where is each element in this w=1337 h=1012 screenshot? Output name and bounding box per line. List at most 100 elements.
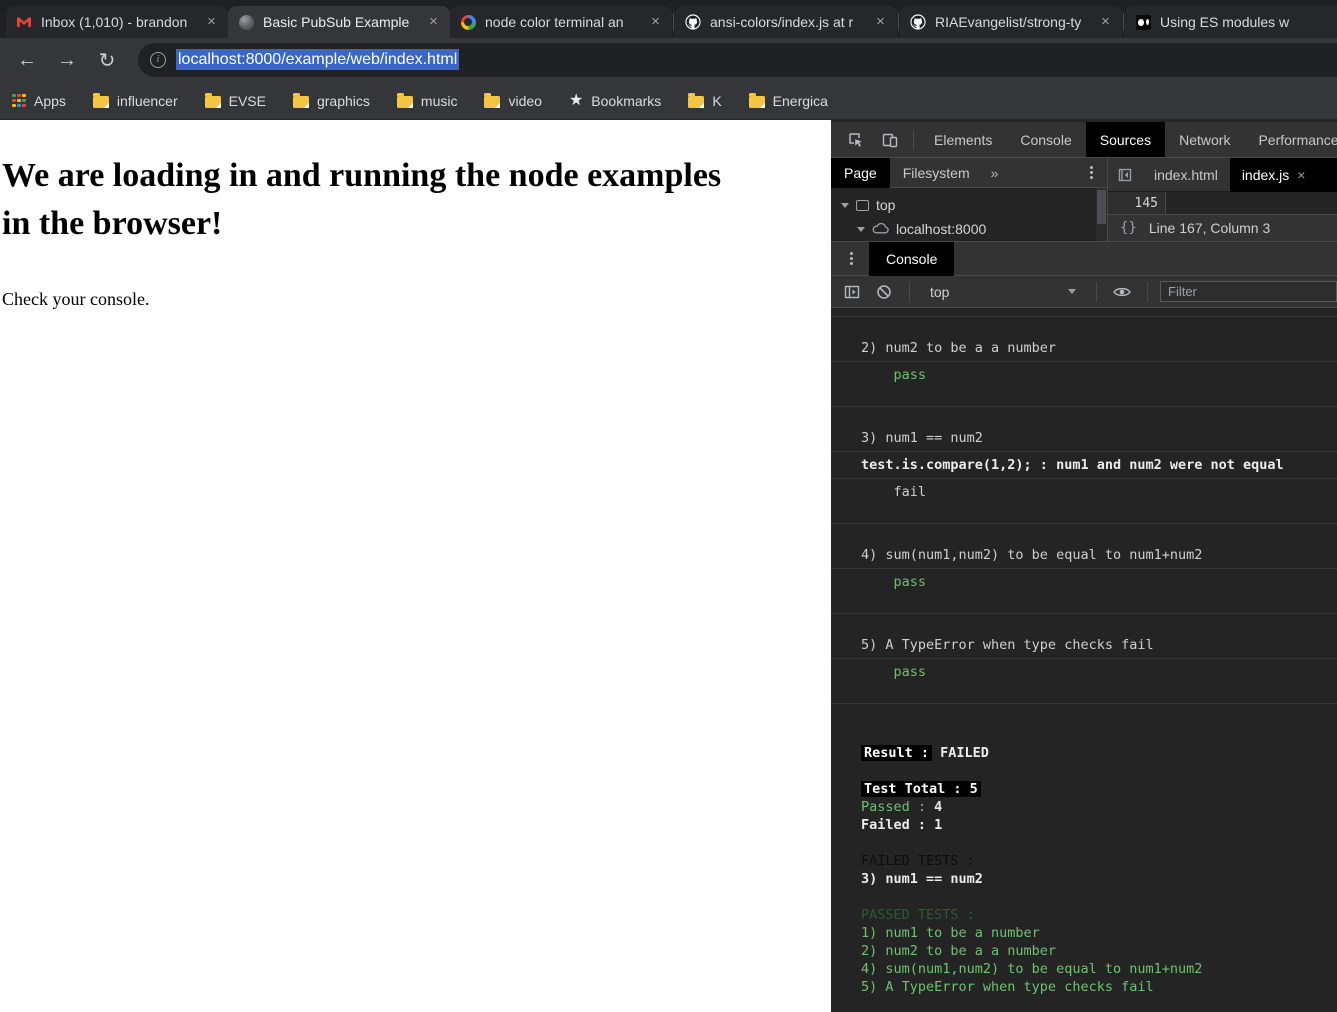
console-line: 2) num2 to be a a number [861, 942, 1337, 960]
console-line: pass [861, 573, 1337, 591]
drawer-tab-console[interactable]: Console [869, 241, 955, 276]
browser-tab[interactable]: node color terminal an × [450, 6, 672, 38]
inspect-element-icon[interactable] [839, 126, 873, 154]
console-message: 2) num2 to be a a number [831, 316, 1337, 361]
bookmark-item-bookmarks[interactable]: ★ Bookmarks [569, 92, 662, 109]
browser-tab[interactable]: ansi-colors/index.js at r × [675, 6, 897, 38]
scrollbar-thumb[interactable] [1097, 190, 1106, 224]
tab-close-icon[interactable]: × [203, 13, 220, 31]
github-favicon-icon [685, 14, 701, 30]
bookmark-item-music[interactable]: music [396, 92, 458, 109]
tab-close-icon[interactable]: × [647, 13, 664, 31]
address-bar[interactable]: i localhost:8000/example/web/index.html [138, 43, 1337, 77]
console-filter-input[interactable] [1160, 281, 1337, 302]
tree-item-localhost-8000[interactable]: localhost:8000 [831, 217, 1107, 241]
editor-code-line[interactable]: 145 [1108, 192, 1337, 214]
console-text-segment: 4) sum(num1,num2) to be equal to num1+nu… [861, 547, 1203, 563]
devtools-tab-network[interactable]: Network [1165, 122, 1244, 157]
frame-icon [856, 199, 869, 211]
bookmark-label: Bookmarks [591, 92, 662, 109]
chevron-down-icon [1068, 289, 1076, 294]
console-text-segment: fail [861, 484, 927, 500]
sidebar-tab-page[interactable]: Page [831, 157, 890, 188]
bookmark-item-apps[interactable]: Apps [12, 93, 66, 109]
console-text-segment: 5) A TypeError when type checks fail [861, 979, 1154, 995]
url-text[interactable]: localhost:8000/example/web/index.html [176, 49, 460, 70]
page-tree: top localhost:8000 [831, 188, 1107, 241]
drawer-menu-icon[interactable] [843, 251, 859, 267]
console-sidebar-toggle-icon[interactable] [839, 280, 865, 304]
console-text-segment: 1) num1 to be a number [861, 925, 1040, 941]
sidebar-scrollbar[interactable] [1096, 188, 1107, 241]
context-selector[interactable]: top [922, 284, 1084, 300]
tree-item-top[interactable]: top [831, 193, 1107, 217]
console-message: pass [831, 361, 1337, 406]
forward-button[interactable]: → [50, 43, 84, 77]
devtools-tabs-container: Elements Console Sources Network Performance [920, 122, 1337, 157]
console-text-segment: test.is.compare(1,2); : num1 and num2 we… [861, 457, 1284, 473]
reload-button[interactable]: ↻ [90, 43, 124, 77]
console-message: 4) sum(num1,num2) to be equal to num1+nu… [831, 523, 1337, 568]
browser-tab[interactable]: Basic PubSub Example × [228, 6, 450, 38]
console-line: Failed : 1 [861, 816, 1337, 834]
context-selected-value: top [930, 283, 950, 300]
page-info-icon[interactable]: i [150, 52, 166, 68]
sidebar-tab-filesystem[interactable]: Filesystem [890, 158, 983, 188]
editor-nav-back-icon[interactable] [1108, 167, 1142, 183]
devtools-tab-console[interactable]: Console [1006, 122, 1085, 157]
divider [1147, 281, 1148, 302]
bookmark-label: music [420, 92, 458, 109]
tab-close-icon[interactable]: × [1297, 158, 1305, 192]
bookmark-label: EVSE [228, 92, 266, 109]
devtools-tab-sources[interactable]: Sources [1085, 122, 1166, 157]
editor-tab-index-html[interactable]: index.html [1142, 158, 1230, 192]
console-line: pass [861, 663, 1337, 681]
medium-favicon-icon [1135, 14, 1151, 30]
expander-caret-icon[interactable] [857, 226, 865, 232]
github-favicon-icon [910, 14, 926, 30]
tab-close-icon[interactable]: × [872, 13, 889, 31]
devtools-tab-performance[interactable]: Performance [1244, 122, 1337, 157]
tab-close-icon[interactable]: × [425, 13, 442, 31]
browser-toolbar: ← → ↻ i localhost:8000/example/web/index… [0, 38, 1337, 82]
browser-tab[interactable]: RIAEvangelist/strong-ty × [900, 6, 1122, 38]
console-text-segment: pass [861, 664, 927, 680]
bookmark-item-evse[interactable]: EVSE [204, 92, 266, 109]
bookmark-item-video[interactable]: video [484, 92, 542, 109]
console-text-segment: PASSED TESTS : [861, 907, 975, 923]
console-text-segment: pass [861, 574, 927, 590]
expander-caret-icon[interactable] [841, 202, 849, 208]
bookmark-item-k[interactable]: K [688, 92, 722, 109]
bookmark-label: video [508, 92, 542, 109]
tab-close-icon[interactable]: × [1097, 13, 1114, 31]
line-number-gutter: 145 [1108, 192, 1166, 214]
tree-rows: top localhost:8000 [831, 193, 1107, 241]
bookmark-item-influencer[interactable]: influencer [92, 92, 178, 109]
clear-console-icon[interactable] [871, 280, 897, 304]
sidebar-menu-icon[interactable] [1083, 165, 1099, 181]
more-tabs-chevron[interactable]: » [983, 165, 1007, 181]
devtools-tab-elements[interactable]: Elements [920, 122, 1006, 157]
console-text-segment: 3) num1 == num2 [861, 430, 983, 446]
page-paragraph: Check your console. [2, 288, 150, 309]
device-toolbar-icon[interactable] [873, 126, 907, 154]
bookmark-item-energica[interactable]: Energica [748, 92, 828, 109]
console-message: 5) A TypeError when type checks fail [831, 613, 1337, 658]
console-message: pass [831, 658, 1337, 703]
console-message: pass [831, 568, 1337, 613]
browser-tab[interactable]: Inbox (1,010) - brandon × [6, 6, 228, 38]
folder-icon [396, 92, 413, 108]
browser-tab[interactable]: Using ES modules w [1125, 6, 1337, 38]
back-button[interactable]: ← [10, 43, 44, 77]
bookmark-item-graphics[interactable]: graphics [292, 92, 370, 109]
console-text-segment: 2) num2 to be a a number [861, 943, 1057, 959]
editor-tab-index-js[interactable]: index.js × [1229, 157, 1337, 192]
eye-icon[interactable] [1109, 280, 1135, 304]
console-text-segment: FAILED TESTS : [861, 853, 975, 869]
